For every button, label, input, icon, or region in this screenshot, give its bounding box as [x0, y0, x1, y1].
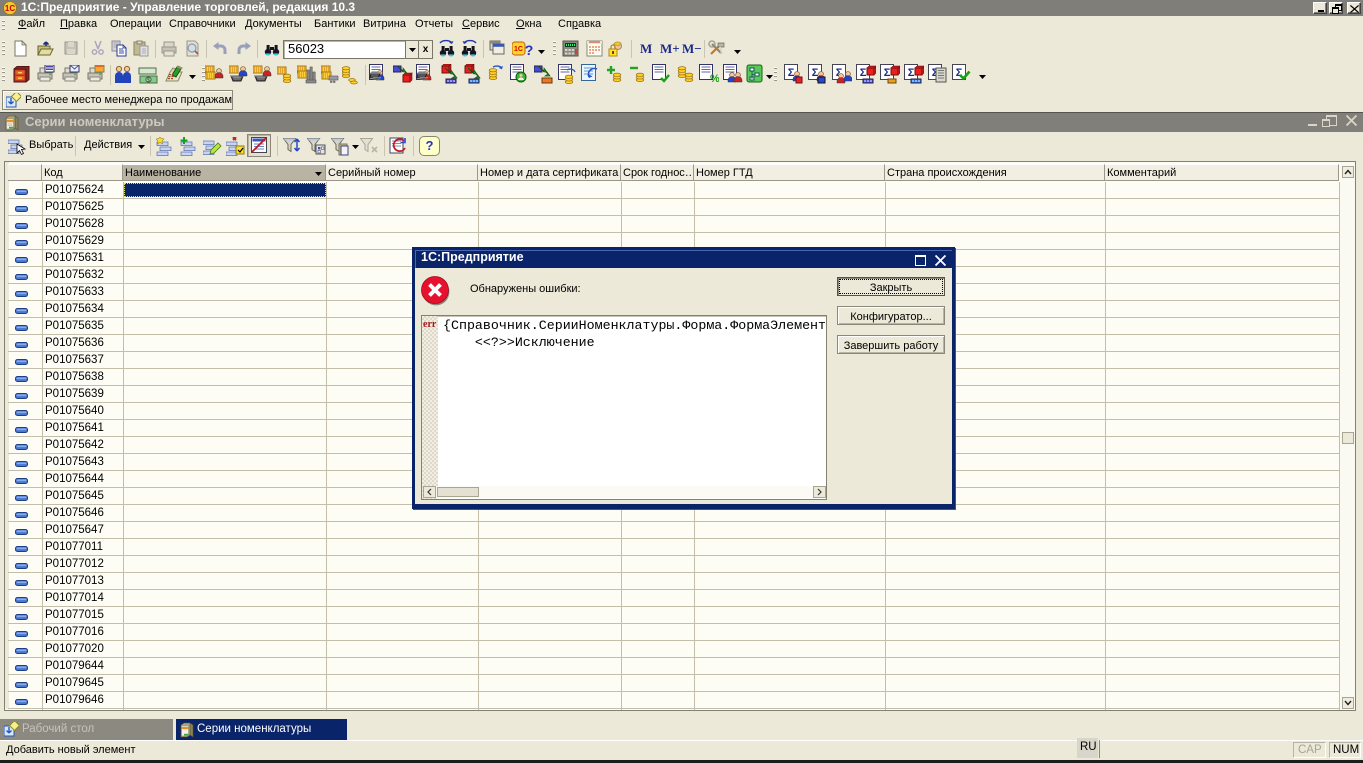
svg-text:1С: 1С	[514, 46, 523, 53]
svg-text:Σ: Σ	[884, 67, 891, 79]
svg-text:%: %	[710, 73, 719, 85]
svg-text:Σ: Σ	[908, 67, 915, 79]
svg-text:Σ: Σ	[860, 67, 867, 79]
svg-text:1С: 1С	[5, 4, 15, 13]
svg-text:?: ?	[525, 42, 534, 58]
